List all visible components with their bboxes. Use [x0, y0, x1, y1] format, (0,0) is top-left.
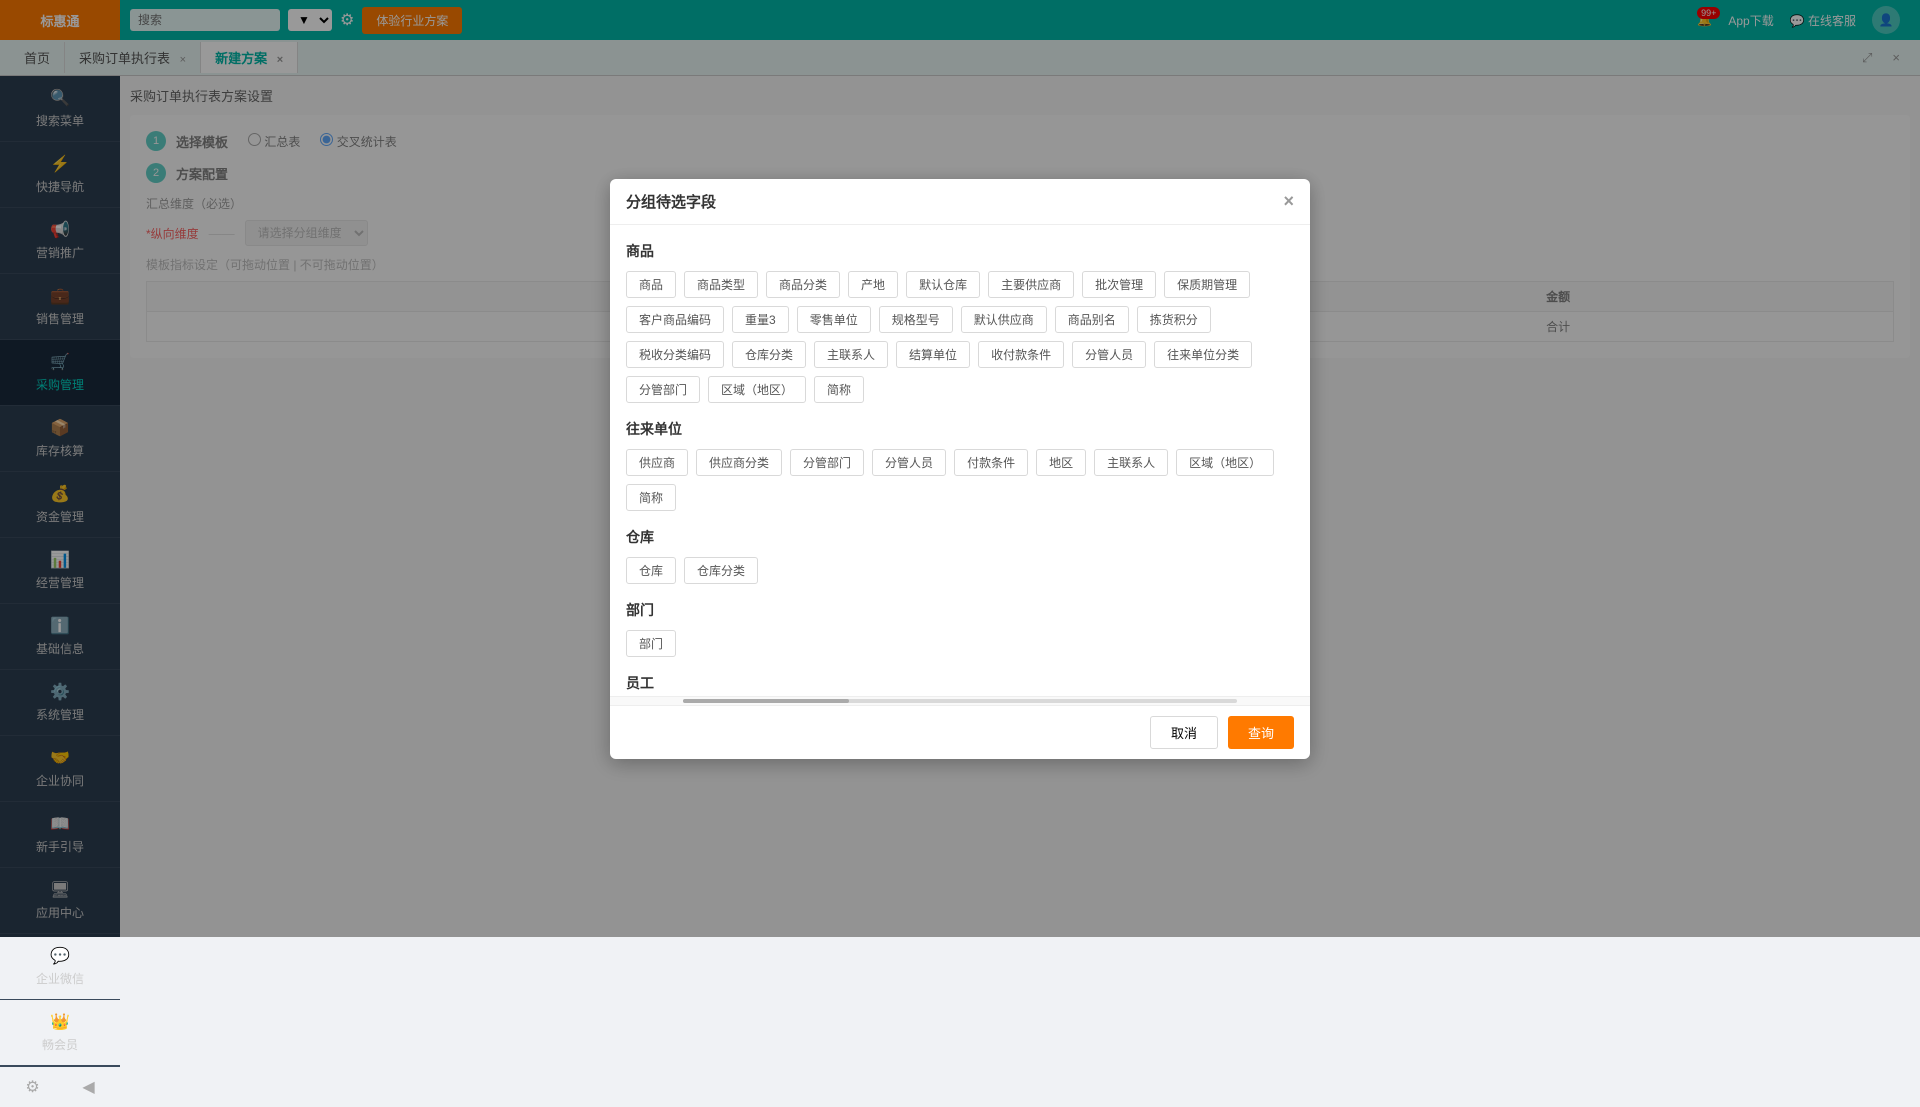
field-main-supplier[interactable]: 主要供应商: [988, 271, 1074, 298]
sidebar-label-wechat: 企业微信: [36, 970, 84, 987]
section-goods: 商品 商品 商品类型 商品分类 产地 默认仓库 主要供应商 批次管理 保质期管理…: [626, 241, 1294, 403]
field-weight3[interactable]: 重量3: [732, 306, 789, 333]
section-counterpart-title: 往来单位: [626, 419, 1294, 439]
field-goods-category[interactable]: 商品分类: [766, 271, 840, 298]
section-department: 部门 部门: [626, 600, 1294, 657]
field-main-contact2[interactable]: 主联系人: [1094, 449, 1168, 476]
section-warehouse: 仓库 仓库 仓库分类: [626, 527, 1294, 584]
department-field-tags: 部门: [626, 630, 1294, 657]
field-manager[interactable]: 分管人员: [1072, 341, 1146, 368]
settings-icon[interactable]: ⚙: [25, 1077, 39, 1097]
field-retail-unit[interactable]: 零售单位: [797, 306, 871, 333]
section-employee: 员工 业务员: [626, 673, 1294, 696]
modal-close-button[interactable]: ×: [1283, 191, 1294, 212]
field-main-contact[interactable]: 主联系人: [814, 341, 888, 368]
field-goods-type[interactable]: 商品类型: [684, 271, 758, 298]
field-tax-code[interactable]: 税收分类编码: [626, 341, 724, 368]
field-goods-name[interactable]: 商品: [626, 271, 676, 298]
field-origin[interactable]: 产地: [848, 271, 898, 298]
field-region3[interactable]: 区域（地区）: [1176, 449, 1274, 476]
field-default-supplier[interactable]: 默认供应商: [961, 306, 1047, 333]
modal-hscrollbar[interactable]: [610, 696, 1310, 705]
field-default-warehouse[interactable]: 默认仓库: [906, 271, 980, 298]
field-short-name2[interactable]: 简称: [626, 484, 676, 511]
section-department-title: 部门: [626, 600, 1294, 620]
field-warehouse-cat[interactable]: 仓库分类: [684, 557, 758, 584]
modal-header: 分组待选字段 ×: [610, 179, 1310, 225]
modal-title: 分组待选字段: [626, 191, 716, 212]
field-lottery-points[interactable]: 拣货积分: [1137, 306, 1211, 333]
section-warehouse-title: 仓库: [626, 527, 1294, 547]
modal-body[interactable]: 商品 商品 商品类型 商品分类 产地 默认仓库 主要供应商 批次管理 保质期管理…: [610, 225, 1310, 696]
field-payment-terms[interactable]: 收付款条件: [978, 341, 1064, 368]
field-settlement-unit[interactable]: 结算单位: [896, 341, 970, 368]
field-spec-type[interactable]: 规格型号: [879, 306, 953, 333]
field-source-unit-category[interactable]: 往来单位分类: [1154, 341, 1252, 368]
sidebar-item-member[interactable]: 👑 畅会员: [0, 1000, 120, 1066]
counterpart-field-tags: 供应商 供应商分类 分管部门 分管人员 付款条件 地区 主联系人 区域（地区） …: [626, 449, 1294, 511]
field-managing-staff[interactable]: 分管人员: [872, 449, 946, 476]
member-icon: 👑: [50, 1012, 70, 1032]
warehouse-field-tags: 仓库 仓库分类: [626, 557, 1294, 584]
sidebar-item-wechat[interactable]: 💬 企业微信: [0, 934, 120, 1000]
field-goods-alias[interactable]: 商品别名: [1055, 306, 1129, 333]
field-batch-mgmt[interactable]: 批次管理: [1082, 271, 1156, 298]
field-region2[interactable]: 地区: [1036, 449, 1086, 476]
sidebar-footer: ⚙ ◀: [0, 1066, 120, 1107]
sidebar-label-member: 畅会员: [42, 1036, 78, 1053]
field-supplier-category[interactable]: 供应商分类: [696, 449, 782, 476]
modal-footer: 取消 查询: [610, 705, 1310, 759]
modal-overlay: 分组待选字段 × 商品 商品 商品类型 商品分类 产地 默认仓库 主要供应商 批…: [0, 0, 1920, 937]
field-supplier[interactable]: 供应商: [626, 449, 688, 476]
goods-field-tags: 商品 商品类型 商品分类 产地 默认仓库 主要供应商 批次管理 保质期管理 客户…: [626, 271, 1294, 403]
field-warehouse-category[interactable]: 仓库分类: [732, 341, 806, 368]
field-short-name[interactable]: 简称: [814, 376, 864, 403]
field-managing-dept2[interactable]: 分管部门: [790, 449, 864, 476]
field-payment-condition[interactable]: 付款条件: [954, 449, 1028, 476]
section-employee-title: 员工: [626, 673, 1294, 693]
section-counterpart: 往来单位 供应商 供应商分类 分管部门 分管人员 付款条件 地区 主联系人 区域…: [626, 419, 1294, 511]
collapse-icon[interactable]: ◀: [82, 1077, 94, 1097]
section-goods-title: 商品: [626, 241, 1294, 261]
hscroll-track: [683, 699, 1237, 703]
field-managing-dept[interactable]: 分管部门: [626, 376, 700, 403]
field-customer-code[interactable]: 客户商品编码: [626, 306, 724, 333]
cancel-button[interactable]: 取消: [1150, 716, 1218, 749]
hscroll-thumb: [683, 699, 849, 703]
field-shelf-life[interactable]: 保质期管理: [1164, 271, 1250, 298]
field-dept[interactable]: 部门: [626, 630, 676, 657]
field-selection-modal: 分组待选字段 × 商品 商品 商品类型 商品分类 产地 默认仓库 主要供应商 批…: [610, 179, 1310, 759]
field-region[interactable]: 区域（地区）: [708, 376, 806, 403]
field-warehouse[interactable]: 仓库: [626, 557, 676, 584]
confirm-button[interactable]: 查询: [1228, 716, 1294, 749]
wechat-icon: 💬: [50, 946, 70, 966]
